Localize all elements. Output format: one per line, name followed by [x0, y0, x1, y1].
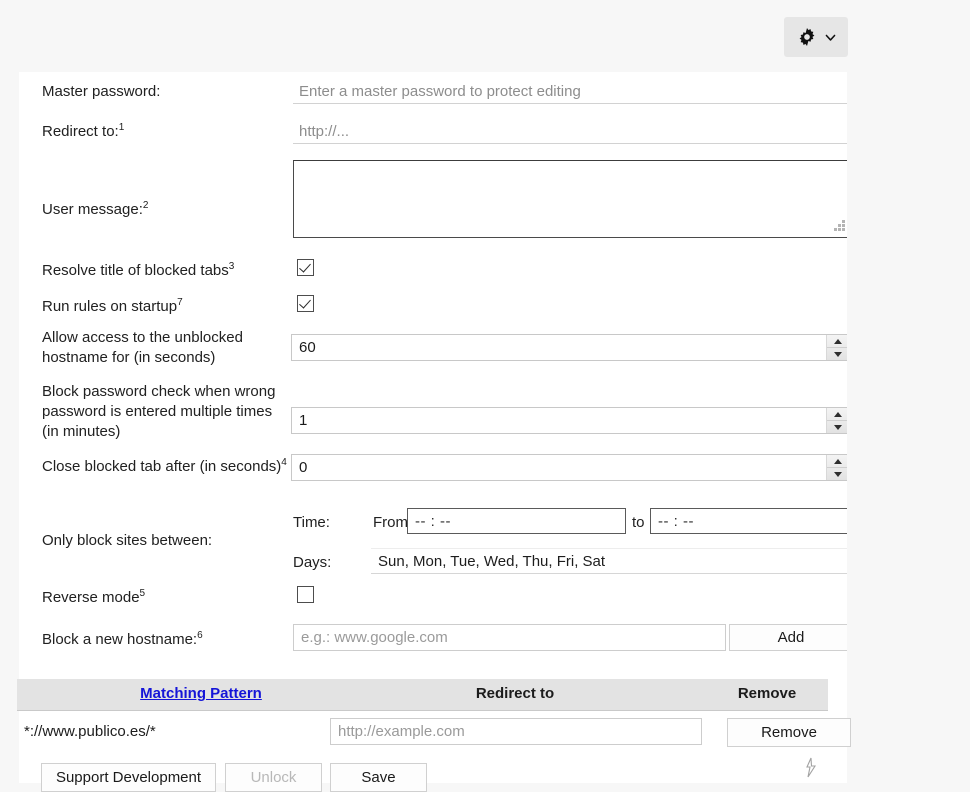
top-bar: [0, 0, 970, 72]
run-rules-on-startup-checkbox[interactable]: [297, 295, 314, 312]
allow-access-seconds-field[interactable]: [291, 334, 847, 361]
spinner-up-icon[interactable]: [827, 408, 847, 420]
close-blocked-tab-input[interactable]: [292, 455, 826, 480]
table-row: *://www.publico.es/* Remove: [17, 710, 828, 754]
spinner-up-icon[interactable]: [827, 335, 847, 347]
block-password-check-input[interactable]: [292, 408, 826, 433]
reverse-mode-checkbox[interactable]: [297, 586, 314, 603]
block-password-check-label: Block password check when wrong password…: [42, 382, 287, 442]
block-new-hostname-footnote: 6: [197, 630, 203, 641]
time-label: Time:: [293, 514, 330, 531]
run-rules-footnote: 7: [177, 297, 183, 308]
user-message-footnote: 2: [143, 200, 149, 211]
cell-redirect-to-input[interactable]: [330, 718, 702, 745]
chevron-down-icon: [824, 31, 837, 44]
redirect-to-footnote: 1: [119, 122, 125, 133]
time-to-label: to: [632, 514, 645, 531]
master-password-input[interactable]: [293, 80, 847, 104]
rules-table-header: Matching Pattern Redirect to Remove: [17, 679, 828, 711]
save-button[interactable]: Save: [330, 763, 427, 792]
close-blocked-tab-footnote: 4: [281, 457, 287, 468]
run-rules-on-startup-label: Run rules on startup7: [42, 297, 292, 317]
settings-menu-button[interactable]: [784, 17, 848, 57]
user-message-label: User message:2: [42, 200, 292, 220]
block-password-check-spinner[interactable]: [826, 408, 847, 433]
days-label: Days:: [293, 554, 331, 571]
master-password-label: Master password:: [42, 82, 292, 102]
days-select[interactable]: Sun, Mon, Tue, Wed, Thu, Fri, Sat: [371, 548, 847, 574]
block-new-hostname-input[interactable]: [293, 624, 726, 651]
block-password-check-field[interactable]: [291, 407, 847, 434]
time-to-input[interactable]: -- : --: [650, 508, 847, 534]
unlock-button: Unlock: [225, 763, 322, 792]
column-header-remove: Remove: [687, 685, 847, 702]
support-development-button[interactable]: Support Development: [41, 763, 216, 792]
block-new-hostname-label: Block a new hostname:6: [42, 630, 292, 650]
allow-access-seconds-input[interactable]: [292, 335, 826, 360]
column-header-matching-pattern[interactable]: Matching Pattern: [121, 685, 281, 702]
allow-access-seconds-spinner[interactable]: [826, 335, 847, 360]
reverse-mode-footnote: 5: [140, 588, 146, 599]
resolve-title-label: Resolve title of blocked tabs3: [42, 261, 292, 281]
close-blocked-tab-label: Close blocked tab after (in seconds)4: [42, 457, 292, 477]
close-blocked-tab-spinner[interactable]: [826, 455, 847, 480]
spinner-down-icon[interactable]: [827, 467, 847, 480]
column-header-redirect-to: Redirect to: [435, 685, 595, 702]
spinner-down-icon[interactable]: [827, 347, 847, 360]
close-blocked-tab-field[interactable]: [291, 454, 847, 481]
spinner-down-icon[interactable]: [827, 420, 847, 433]
spinner-up-icon[interactable]: [827, 455, 847, 467]
add-hostname-button[interactable]: Add: [729, 624, 847, 651]
time-from-label: From: [373, 514, 408, 531]
user-message-textarea[interactable]: [293, 160, 847, 238]
reverse-mode-label: Reverse mode5: [42, 588, 292, 608]
resolve-title-checkbox[interactable]: [297, 259, 314, 276]
allow-access-seconds-label: Allow access to the unblocked hostname f…: [42, 328, 287, 368]
resolve-title-footnote: 3: [229, 261, 235, 272]
field-row-only-block-between: Only block sites between: Time: From -- …: [19, 497, 847, 579]
cell-matching-pattern: *://www.publico.es/*: [24, 723, 156, 740]
time-from-input[interactable]: -- : --: [407, 508, 626, 534]
remove-rule-button[interactable]: Remove: [727, 718, 851, 747]
options-panel: Master password: Redirect to:1 User mess…: [19, 72, 847, 783]
redirect-to-input[interactable]: [293, 120, 847, 144]
gear-icon: [796, 26, 818, 48]
only-block-between-label: Only block sites between:: [42, 531, 292, 551]
redirect-to-label: Redirect to:1: [42, 122, 292, 142]
